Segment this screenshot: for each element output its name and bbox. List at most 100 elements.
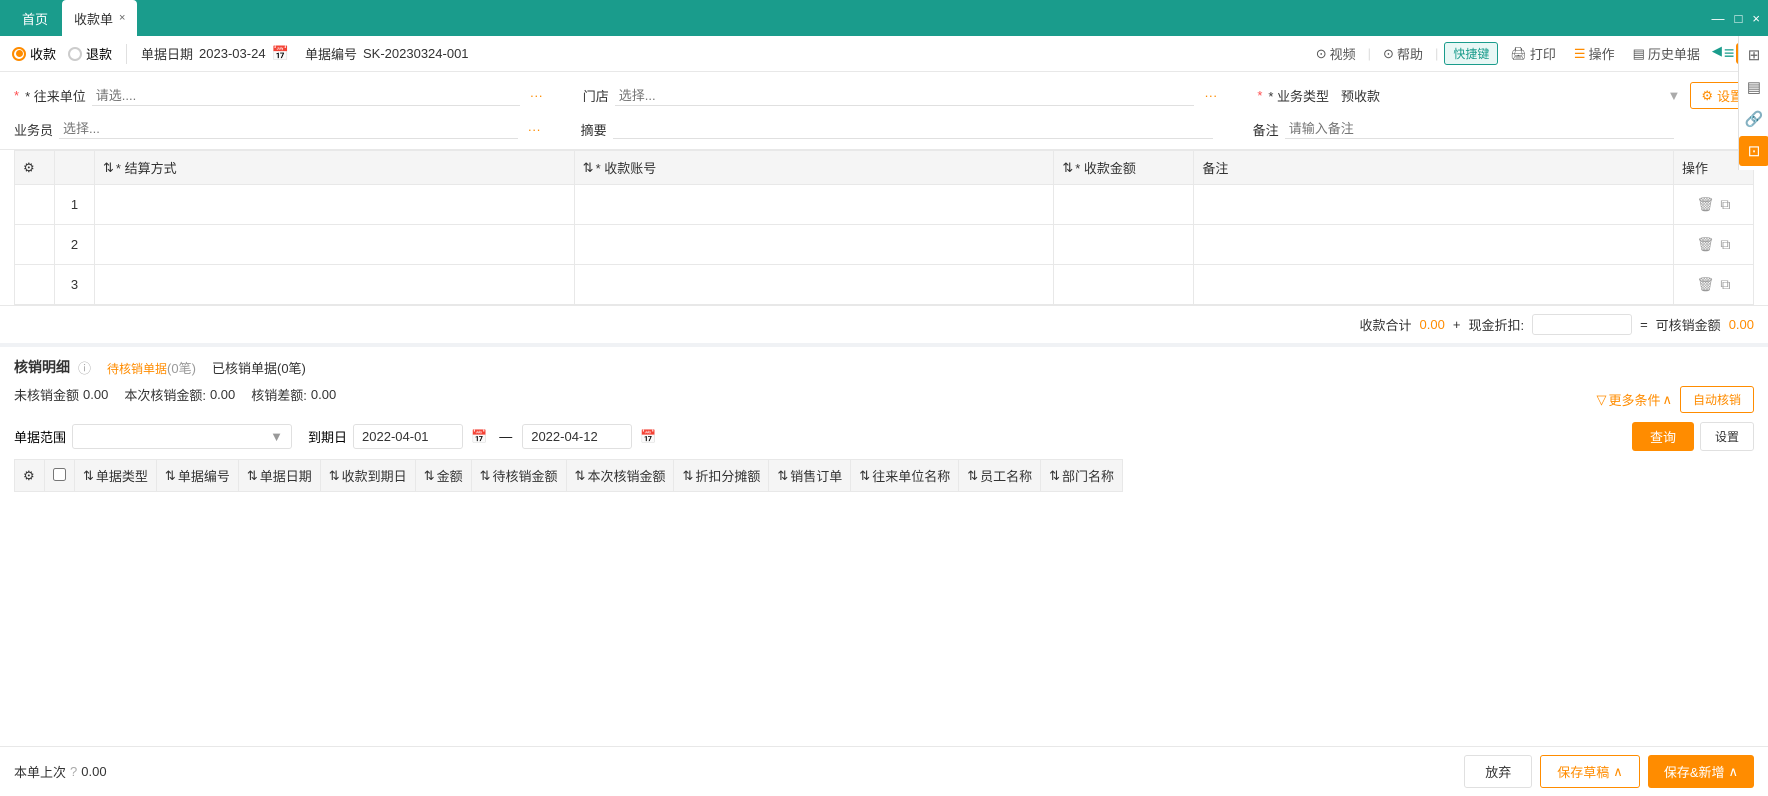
shop-more-icon[interactable]: ··· (1204, 88, 1217, 103)
remark-cell[interactable] (1194, 265, 1674, 305)
history-label: 历史单据 (1648, 44, 1700, 63)
video-label: 视频 (1330, 44, 1356, 63)
operate-label: 操作 (1589, 44, 1615, 63)
delete-icon[interactable]: 🗑 (1697, 276, 1715, 293)
select-all-checkbox[interactable] (53, 468, 66, 481)
amount-cell[interactable] (1054, 185, 1194, 225)
more-conditions-btn[interactable]: ▽ 更多条件 ∧ (1596, 390, 1672, 409)
form-row-1: * * 往来单位 ··· 门店 ··· * * 业务类型 预收款 (14, 82, 1754, 109)
print-btn[interactable]: 🖨 打印 (1504, 42, 1562, 65)
settings-btn[interactable]: 设置 (1700, 422, 1754, 451)
delete-icon[interactable]: 🗑 (1697, 236, 1715, 253)
save-new-btn[interactable]: 保存&新增 ∧ (1648, 755, 1754, 788)
reconcile-info-icon[interactable]: ⓘ (78, 358, 91, 377)
settle-method-input[interactable] (95, 265, 574, 304)
staff-input[interactable] (59, 119, 518, 139)
remark-cell[interactable] (1194, 225, 1674, 265)
biz-type-dropdown-icon[interactable]: ▼ (1667, 88, 1680, 103)
delete-icon[interactable]: 🗑 (1697, 196, 1715, 213)
tab-close-icon[interactable]: × (119, 12, 125, 24)
auto-btn[interactable]: 自动核销 (1680, 386, 1754, 413)
calendar-start-icon[interactable]: 📅 (471, 429, 487, 445)
discount-input[interactable] (1532, 314, 1632, 335)
window-max-icon[interactable]: □ (1735, 11, 1743, 26)
copy-icon[interactable]: ⧉ (1720, 236, 1730, 253)
settle-method-cell[interactable] (95, 265, 575, 305)
remark-input[interactable] (1194, 185, 1673, 224)
reconcile-header: 核销明细 ⓘ 待核销单据(0笔) 已核销单据(0笔) (14, 357, 1754, 377)
counterparty-label: * 往来单位 (25, 86, 86, 105)
calendar-end-icon[interactable]: 📅 (640, 429, 656, 445)
save-new-label: 保存&新增 (1664, 762, 1725, 781)
tab-active[interactable]: 收款单 × (62, 0, 137, 36)
remark-input[interactable] (1194, 225, 1673, 264)
settle-method-input[interactable] (95, 185, 574, 224)
bill-num-value: SK-20230324-001 (363, 46, 469, 61)
calendar-icon[interactable]: 📅 (272, 45, 289, 62)
main-table-wrap: ⚙ ⇅* 结算方式 ⇅* 收款账号 ⇅* 收款金额 备注 (0, 150, 1768, 305)
plus-sign: + (1453, 317, 1461, 332)
history-btn[interactable]: ▤ 历史单据 (1627, 42, 1706, 65)
account-cell[interactable] (574, 265, 1054, 305)
copy-icon[interactable]: ⧉ (1720, 276, 1730, 293)
remark-input[interactable] (1194, 265, 1673, 304)
account-input[interactable] (575, 225, 1054, 264)
draft-dropdown-icon[interactable]: ∧ (1613, 764, 1623, 780)
duedate-start-input[interactable] (353, 424, 463, 449)
duedate-end-input[interactable] (522, 424, 632, 449)
radio-receive[interactable]: 收款 (12, 44, 56, 63)
sidebar-clip-icon[interactable]: 🔗 (1739, 104, 1768, 134)
shop-input[interactable] (615, 86, 1195, 106)
reconcile-title: 核销明细 (14, 357, 70, 377)
amount-cell[interactable] (1054, 265, 1194, 305)
settle-method-input[interactable] (95, 225, 574, 264)
query-btn[interactable]: 查询 (1632, 422, 1694, 451)
video-btn[interactable]: ⊙ 视频 (1310, 42, 1362, 65)
account-input[interactable] (575, 185, 1054, 224)
abandon-btn[interactable]: 放弃 (1464, 755, 1532, 788)
tab-bar: 首页 收款单 × — □ × (0, 0, 1768, 36)
copy-icon[interactable]: ⧉ (1720, 196, 1730, 213)
counterparty-input[interactable] (92, 86, 520, 106)
sidebar-image-icon[interactable]: ▤ (1739, 72, 1768, 102)
th-select-all[interactable] (45, 460, 75, 492)
amount-cell[interactable] (1054, 225, 1194, 265)
settle-method-cell[interactable] (95, 185, 575, 225)
draft-btn[interactable]: 保存草稿 ∧ (1540, 755, 1640, 788)
summary-input[interactable] (613, 119, 1213, 139)
counterparty-more-icon[interactable]: ··· (530, 88, 543, 103)
window-min-icon[interactable]: — (1712, 11, 1725, 26)
sidebar-table-icon[interactable]: ⊞ (1739, 40, 1768, 70)
operate-btn[interactable]: ☰ 操作 (1568, 42, 1621, 65)
shop-field: 门店 ··· (583, 86, 1218, 106)
tab-home[interactable]: 首页 (8, 0, 62, 36)
radio-refund[interactable]: 退款 (68, 44, 112, 63)
divider-1 (126, 44, 127, 64)
settle-method-cell[interactable] (95, 225, 575, 265)
window-close-icon[interactable]: × (1752, 11, 1760, 26)
nav-next-icon[interactable]: ≡ (1724, 43, 1735, 64)
footer-info: 本单上次 ? 0.00 (14, 762, 107, 781)
amount-input[interactable] (1054, 225, 1193, 264)
gear-icon[interactable]: ⚙ (23, 468, 35, 483)
range-select[interactable]: ▼ (72, 424, 292, 449)
staff-more-icon[interactable]: ··· (528, 122, 541, 137)
help-btn[interactable]: ⊙ 帮助 (1377, 42, 1429, 65)
amount-input[interactable] (1054, 185, 1193, 224)
remark-input[interactable] (1285, 119, 1674, 139)
print-label: 打印 (1530, 44, 1556, 63)
amount-input[interactable] (1054, 265, 1193, 304)
pending-tab[interactable]: 待核销单据(0笔) (107, 358, 196, 377)
account-cell[interactable] (574, 185, 1054, 225)
nav-prev-icon[interactable]: ◀ (1712, 43, 1722, 64)
sidebar-screen-icon[interactable]: ⊡ (1739, 136, 1768, 166)
shortcut-btn[interactable]: 快捷键 (1444, 42, 1498, 65)
remark-cell[interactable] (1194, 185, 1674, 225)
ques-icon[interactable]: ? (70, 764, 77, 779)
bottom-table-wrap: ⚙⇅单据类型⇅单据编号⇅单据日期⇅收款到期日⇅金额⇅待核销金额⇅本次核销金额⇅折… (14, 459, 1754, 552)
table-gear-icon[interactable]: ⚙ (15, 151, 55, 185)
save-new-dropdown-icon[interactable]: ∧ (1728, 764, 1738, 780)
done-tab[interactable]: 已核销单据(0笔) (212, 358, 306, 377)
account-cell[interactable] (574, 225, 1054, 265)
account-input[interactable] (575, 265, 1054, 304)
